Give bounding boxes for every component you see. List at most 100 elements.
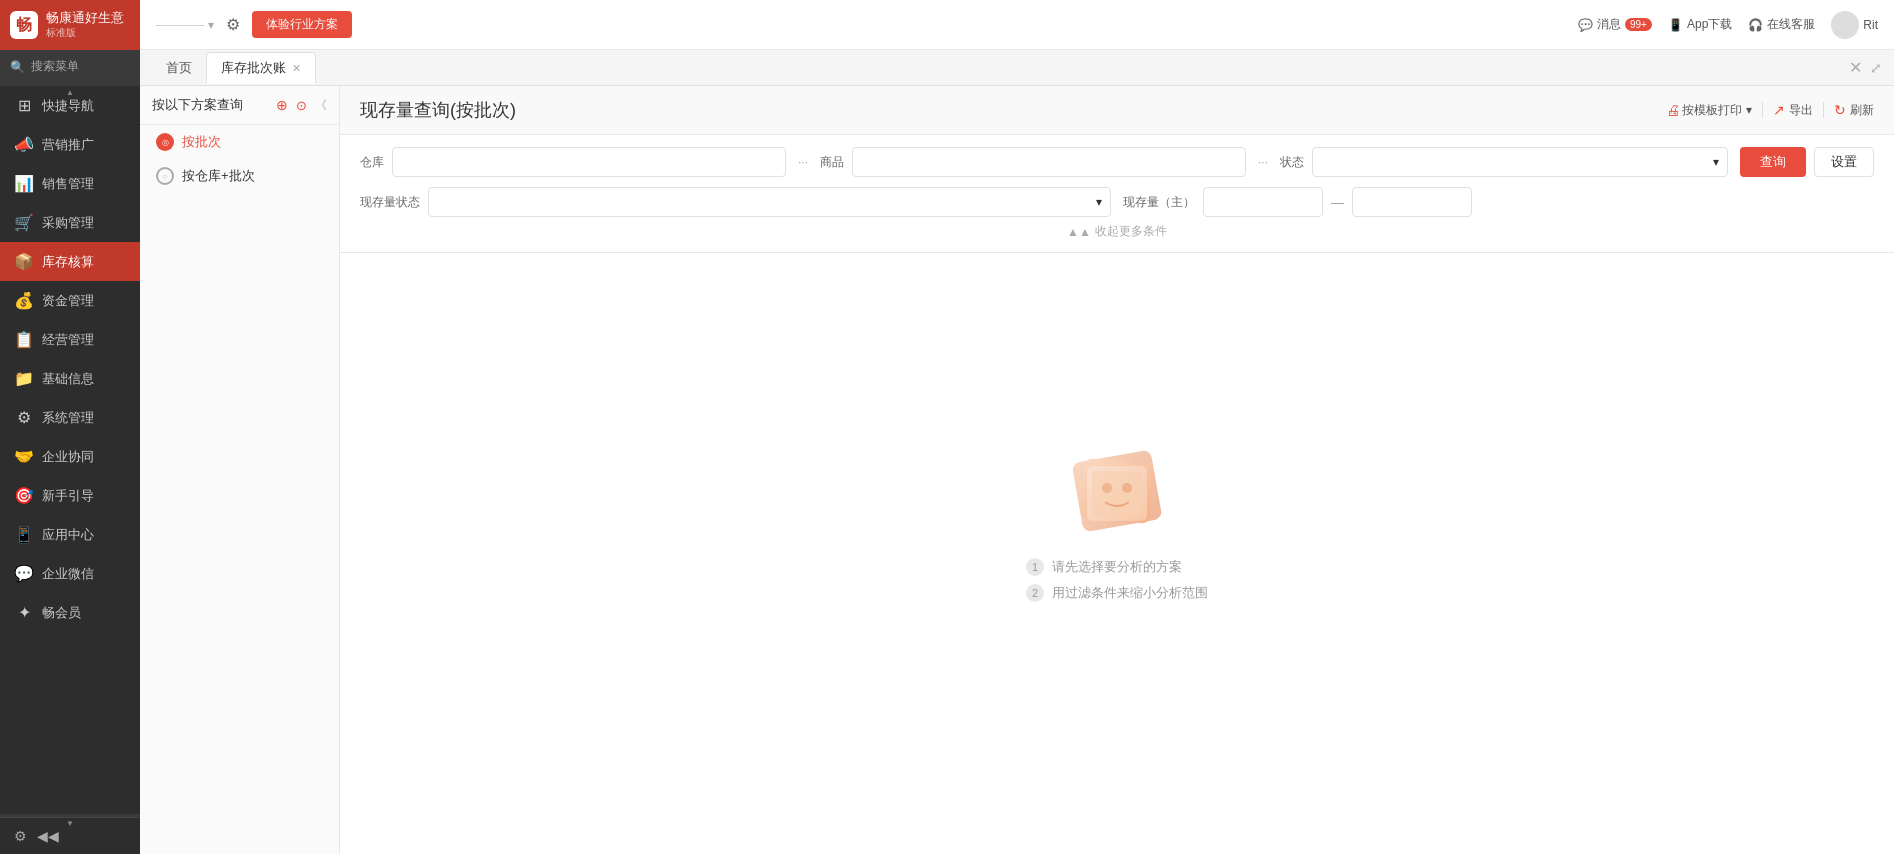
collapse-filter-label: 收起更多条件 <box>1095 223 1167 240</box>
online-service-button[interactable]: 🎧 在线客服 <box>1748 16 1815 33</box>
sidebar-item-basic[interactable]: 📁 基础信息 <box>0 359 140 398</box>
warehouse-more[interactable]: ··· <box>798 155 808 169</box>
tab-inventory-batch[interactable]: 库存批次账 ✕ <box>206 52 316 84</box>
sidebar-item-wechat[interactable]: 💬 企业微信 <box>0 554 140 593</box>
right-panel-wrapper: 现存量查询(按批次) 🖨 按模板打印 ▾ ↗ 导出 <box>340 86 1894 854</box>
sidebar-item-marketing[interactable]: 📣 营销推广 <box>0 125 140 164</box>
refresh-icon: ↻ <box>1834 102 1846 118</box>
empty-tips: 1 请先选择要分析的方案 2 用过滤条件来缩小分析范围 <box>1026 558 1208 602</box>
tab-home[interactable]: 首页 <box>152 53 206 83</box>
sidebar-item-quick-nav[interactable]: ⊞ 快捷导航 <box>0 86 140 125</box>
manage-scheme-icon[interactable]: ⊙ <box>296 98 307 113</box>
page-title: 现存量查询(按批次) <box>360 98 516 122</box>
sidebar-item-sales[interactable]: 📊 销售管理 <box>0 164 140 203</box>
expand-icon[interactable]: ⤢ <box>1870 60 1882 76</box>
settings-footer-icon[interactable]: ⚙ <box>14 828 27 844</box>
divider-2 <box>1823 102 1824 118</box>
sidebar-item-label: 库存核算 <box>42 253 94 271</box>
filter-area: 仓库 ··· 商品 ··· 状态 <box>340 135 1894 253</box>
left-panel: 按以下方案查询 ⊕ ⊙ 《 ◎ 按批次 ○ 按仓库+批次 <box>140 86 340 854</box>
sales-icon: 📊 <box>14 174 34 193</box>
inventory-icon: 📦 <box>14 252 34 271</box>
sidebar-footer: ⚙ ◀◀ <box>0 817 140 854</box>
empty-state: 1 请先选择要分析的方案 2 用过滤条件来缩小分析范围 <box>340 253 1894 854</box>
sidebar-item-label: 销售管理 <box>42 175 94 193</box>
tip2-num: 2 <box>1026 584 1044 602</box>
print-dropdown[interactable]: 🖨 按模板打印 ▾ <box>1666 102 1752 119</box>
print-icon: 🖨 <box>1666 102 1680 118</box>
sidebar-item-newbie[interactable]: 🎯 新手引导 <box>0 476 140 515</box>
sidebar-item-app-center[interactable]: 📱 应用中心 <box>0 515 140 554</box>
operations-icon: 📋 <box>14 330 34 349</box>
sidebar-item-purchase[interactable]: 🛒 采购管理 <box>0 203 140 242</box>
stock-status-select[interactable]: ▾ <box>428 187 1111 217</box>
stock-amount-min[interactable] <box>1203 187 1323 217</box>
status-select[interactable]: ▾ <box>1312 147 1728 177</box>
settings-button[interactable]: 设置 <box>1814 147 1874 177</box>
product-input[interactable] <box>852 147 1246 177</box>
warehouse-input[interactable] <box>392 147 786 177</box>
online-service-label: 在线客服 <box>1767 16 1815 33</box>
quick-nav-icon: ⊞ <box>14 96 34 115</box>
trial-button[interactable]: 体验行业方案 <box>252 11 352 38</box>
newbie-icon: 🎯 <box>14 486 34 505</box>
sidebar-item-label: 基础信息 <box>42 370 94 388</box>
collapse-filter-button[interactable]: ▲▲ 收起更多条件 <box>360 217 1874 240</box>
scheme-dot-filled: ◎ <box>156 133 174 151</box>
sidebar-search[interactable]: 🔍 搜索菜单 <box>0 50 140 83</box>
messages-button[interactable]: 💬 消息 99+ <box>1578 16 1652 33</box>
scheme-by-batch[interactable]: ◎ 按批次 <box>140 125 339 159</box>
left-panel-title: 按以下方案查询 <box>152 96 243 114</box>
product-more[interactable]: ··· <box>1258 155 1268 169</box>
stock-amount-dash: — <box>1331 195 1344 210</box>
sidebar-item-operations[interactable]: 📋 经营管理 <box>0 320 140 359</box>
scheme-dot-outline: ○ <box>156 167 174 185</box>
user-name: Rit <box>1863 18 1878 32</box>
topbar-gear-icon[interactable]: ⚙ <box>226 15 240 34</box>
refresh-button[interactable]: ↻ 刷新 <box>1834 102 1874 119</box>
app-title: 畅康通好生意 <box>46 10 124 27</box>
refresh-label: 刷新 <box>1850 102 1874 119</box>
app-title-block: 畅康通好生意 标准版 <box>46 10 124 41</box>
scheme-by-warehouse-batch-label: 按仓库+批次 <box>182 167 255 185</box>
tabbar: 首页 库存批次账 ✕ ✕ ⤢ <box>140 50 1894 86</box>
user-avatar <box>1831 11 1859 39</box>
user-profile[interactable]: Rit <box>1831 11 1878 39</box>
messages-badge: 99+ <box>1625 18 1652 31</box>
add-scheme-icon[interactable]: ⊕ <box>276 97 288 113</box>
close-panel-icon[interactable]: ✕ <box>1849 58 1862 77</box>
sidebar-item-label: 经营管理 <box>42 331 94 349</box>
export-button[interactable]: ↗ 导出 <box>1773 102 1813 119</box>
app-download-label: App下载 <box>1687 16 1732 33</box>
stock-amount-max[interactable] <box>1352 187 1472 217</box>
sidebar-item-finance[interactable]: 💰 资金管理 <box>0 281 140 320</box>
stock-amount-label: 现存量（主） <box>1123 194 1195 211</box>
tab-close-icon[interactable]: ✕ <box>292 62 301 75</box>
tip2-text: 用过滤条件来缩小分析范围 <box>1052 584 1208 602</box>
wechat-icon: 💬 <box>14 564 34 583</box>
collapse-sidebar-icon[interactable]: ◀◀ <box>37 828 59 844</box>
sidebar-item-vip[interactable]: ✦ 畅会员 <box>0 593 140 632</box>
sidebar-item-system[interactable]: ⚙ 系统管理 <box>0 398 140 437</box>
breadcrumb: ———— ▾ <box>156 18 214 32</box>
scheme-by-batch-label: 按批次 <box>182 133 221 151</box>
sidebar-item-label: 企业微信 <box>42 565 94 583</box>
app-download-button[interactable]: 📱 App下载 <box>1668 16 1732 33</box>
tab-home-label: 首页 <box>166 59 192 77</box>
sidebar-item-label: 营销推广 <box>42 136 94 154</box>
empty-icon <box>1067 446 1167 546</box>
warehouse-label: 仓库 <box>360 154 384 171</box>
app-download-icon: 📱 <box>1668 18 1683 32</box>
sidebar-item-inventory[interactable]: 📦 库存核算 <box>0 242 140 281</box>
sidebar-item-enterprise[interactable]: 🤝 企业协同 <box>0 437 140 476</box>
status-label: 状态 <box>1280 154 1304 171</box>
app-edition: 标准版 <box>46 26 124 40</box>
query-button[interactable]: 查询 <box>1740 147 1806 177</box>
collapse-left-panel-icon[interactable]: 《 <box>315 97 327 114</box>
scheme-by-warehouse-batch[interactable]: ○ 按仓库+批次 <box>140 159 339 193</box>
stock-status-label: 现存量状态 <box>360 194 420 211</box>
left-panel-actions: ⊕ ⊙ 《 <box>276 97 327 114</box>
enterprise-icon: 🤝 <box>14 447 34 466</box>
empty-box-face <box>1087 466 1147 521</box>
product-filter: 商品 ··· <box>820 147 1268 177</box>
